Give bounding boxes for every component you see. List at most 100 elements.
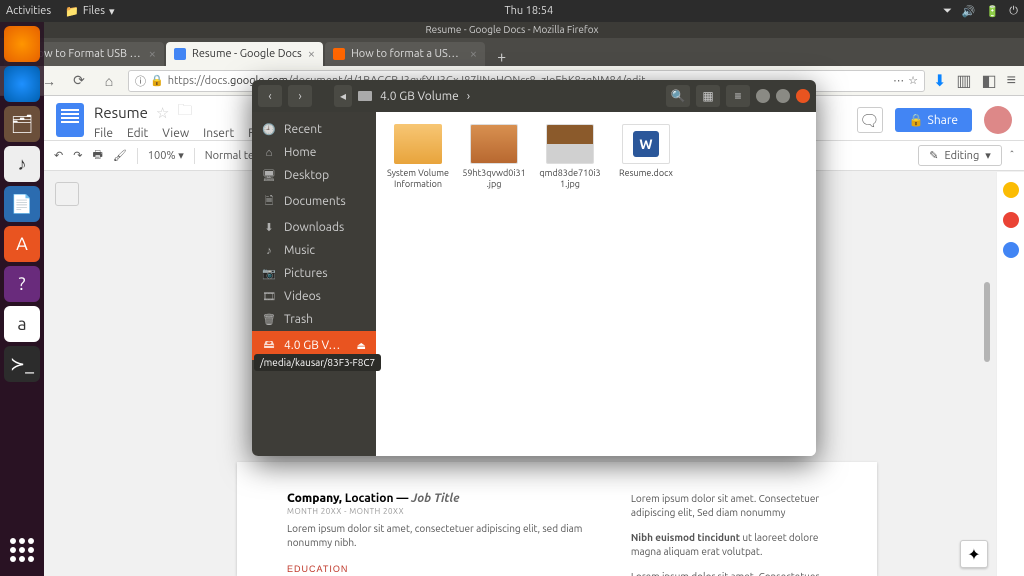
home-button[interactable]: ⌂ xyxy=(98,70,120,92)
folder-icon[interactable]: 🗀 xyxy=(177,100,192,125)
sidebar-item-trash[interactable]: 🗑Trash xyxy=(252,308,376,331)
sidebar-item-label: Home xyxy=(284,146,316,159)
drive-icon: 🖴 xyxy=(262,336,276,355)
sidebar-item-pictures[interactable]: 📷Pictures xyxy=(252,262,376,285)
files-menu-button[interactable]: 📁 Files ▾ xyxy=(65,5,114,18)
library-icon[interactable]: ▥ xyxy=(956,71,971,90)
desktop-icon: 🖥 xyxy=(262,169,276,182)
file-item[interactable]: qmd83de710i31.jpg xyxy=(538,124,602,190)
dock-thunderbird-icon[interactable] xyxy=(4,66,40,102)
favicon-icon xyxy=(333,48,345,60)
undo-button[interactable]: ↶ xyxy=(54,149,63,162)
bookmark-star-icon[interactable]: ☆ xyxy=(908,74,918,87)
activities-button[interactable]: Activities xyxy=(6,5,51,18)
menu-insert[interactable]: Insert xyxy=(203,127,234,140)
side-text: Nibh euismod tincidunt ut laoreet dolore… xyxy=(631,531,827,559)
close-tab-icon[interactable]: × xyxy=(308,47,315,61)
print-button[interactable]: 🖶 xyxy=(92,146,102,165)
info-icon[interactable]: ⓘ xyxy=(135,73,146,89)
hamburger-menu-icon[interactable]: ≡ xyxy=(1007,71,1016,90)
favicon-icon xyxy=(174,48,186,60)
close-tab-icon[interactable]: × xyxy=(470,47,477,61)
tasks-icon[interactable] xyxy=(1003,212,1019,228)
file-item[interactable]: System Volume Information xyxy=(386,124,450,190)
share-button[interactable]: 🔒 Share xyxy=(895,108,972,132)
path-bar[interactable]: 4.0 GB Volume › xyxy=(358,90,660,103)
dock-firefox-icon[interactable] xyxy=(4,26,40,62)
hamburger-button[interactable]: ≡ xyxy=(726,85,750,107)
file-item[interactable]: 59ht3qvwd0i31.jpg xyxy=(462,124,526,190)
dock-rhythmbox-icon[interactable]: ♪ xyxy=(4,146,40,182)
sidebar-item-home[interactable]: ⌂Home xyxy=(252,141,376,164)
file-grid[interactable]: System Volume Information 59ht3qvwd0i31.… xyxy=(376,112,816,456)
calendar-icon[interactable] xyxy=(1003,242,1019,258)
sidebar-item-downloads[interactable]: ⬇Downloads xyxy=(252,216,376,239)
maximize-button[interactable] xyxy=(776,89,790,103)
browser-tab[interactable]: Resume - Google Docs× xyxy=(166,42,323,66)
keep-icon[interactable] xyxy=(1003,182,1019,198)
chevron-up-icon[interactable]: ˆ xyxy=(1010,150,1014,162)
eject-icon[interactable]: ⏏ xyxy=(357,340,366,352)
downloads-icon[interactable]: ⬇ xyxy=(933,71,946,90)
paint-format-button[interactable]: 🖌 xyxy=(113,149,127,162)
browser-tab[interactable]: How to format a USB fla × xyxy=(325,42,485,66)
reload-button[interactable]: ⟳ xyxy=(68,70,90,92)
nav-back-button[interactable]: ‹ xyxy=(258,85,282,107)
side-text: Lorem ipsum dolor sit amet. Consectetuer… xyxy=(631,492,827,520)
sidebar-item-label: Documents xyxy=(284,195,346,208)
view-grid-button[interactable]: ▦ xyxy=(696,85,720,107)
zoom-select[interactable]: 100% ▾ xyxy=(148,149,184,162)
volume-label: 4.0 GB Volume xyxy=(380,90,459,103)
sidebar-item-recent[interactable]: 🕘Recent xyxy=(252,118,376,141)
sidebar-item-music[interactable]: ♪Music xyxy=(252,239,376,262)
firefox-tabstrip: How to Format USB Driv × Resume - Google … xyxy=(0,38,1024,66)
system-status-area[interactable]: ⏷ 🔊 🔋 ⏻ xyxy=(943,5,1018,18)
menu-view[interactable]: View xyxy=(162,127,189,140)
clock[interactable]: Thu 18:54 xyxy=(115,5,944,17)
dock-help-icon[interactable]: ? xyxy=(4,266,40,302)
gnome-topbar: Activities 📁 Files ▾ Thu 18:54 ⏷ 🔊 🔋 ⏻ xyxy=(0,0,1024,22)
comments-button[interactable]: 🗨 xyxy=(857,107,883,133)
new-tab-button[interactable]: + xyxy=(487,48,516,66)
menu-edit[interactable]: Edit xyxy=(127,127,148,140)
explore-button[interactable]: ✦ xyxy=(960,540,988,568)
docx-icon xyxy=(622,124,670,164)
doc-title[interactable]: Resume xyxy=(94,104,148,121)
mode-select[interactable]: ✎ Editing ▾ xyxy=(918,145,1002,166)
tab-label: How to Format USB Driv xyxy=(30,48,143,60)
search-button[interactable]: 🔍 xyxy=(666,85,690,107)
tab-label: How to format a USB fla xyxy=(351,48,464,60)
dock-software-icon[interactable]: A xyxy=(4,226,40,262)
battery-icon: 🔋 xyxy=(986,5,1000,18)
folder-icon xyxy=(394,124,442,164)
docs-logo-icon[interactable] xyxy=(56,103,84,137)
account-avatar[interactable] xyxy=(984,106,1012,134)
dock-amazon-icon[interactable]: a xyxy=(4,306,40,342)
path-arrow-icon[interactable]: ◂ xyxy=(334,85,352,107)
dock-writer-icon[interactable]: 📄 xyxy=(4,186,40,222)
sidebar-item-desktop[interactable]: 🖥Desktop xyxy=(252,164,376,187)
file-item[interactable]: Resume.docx xyxy=(614,124,678,179)
dock-files-icon[interactable]: 🗂 xyxy=(4,106,40,142)
sidebar-item-documents[interactable]: 🗎Documents xyxy=(252,187,376,216)
ubuntu-dock: 🗂 ♪ 📄 A ? a ≻_ xyxy=(0,22,44,576)
sidebar-item-label: Pictures xyxy=(284,267,328,280)
music-icon: ♪ xyxy=(262,245,276,257)
page-actions-icon[interactable]: ⋯ xyxy=(893,74,904,87)
document-page[interactable]: Company, Location — Job Title MONTH 20XX… xyxy=(237,462,877,576)
sidebar-item-videos[interactable]: 🎞Videos xyxy=(252,285,376,308)
scrollbar-thumb[interactable] xyxy=(984,282,990,362)
redo-button[interactable]: ↷ xyxy=(73,149,82,162)
menu-file[interactable]: File xyxy=(94,127,113,140)
close-button[interactable] xyxy=(796,89,810,103)
minimize-button[interactable] xyxy=(756,89,770,103)
show-applications-button[interactable] xyxy=(4,532,40,568)
nav-forward-button[interactable]: › xyxy=(288,85,312,107)
dock-terminal-icon[interactable]: ≻_ xyxy=(4,346,40,382)
close-tab-icon[interactable]: × xyxy=(149,47,156,61)
image-thumbnail-icon xyxy=(470,124,518,164)
sidebar-icon[interactable]: ◧ xyxy=(982,71,997,90)
star-icon[interactable]: ☆ xyxy=(156,104,169,122)
outline-toggle-button[interactable] xyxy=(55,182,79,206)
volume-icon: 🔊 xyxy=(962,5,976,18)
